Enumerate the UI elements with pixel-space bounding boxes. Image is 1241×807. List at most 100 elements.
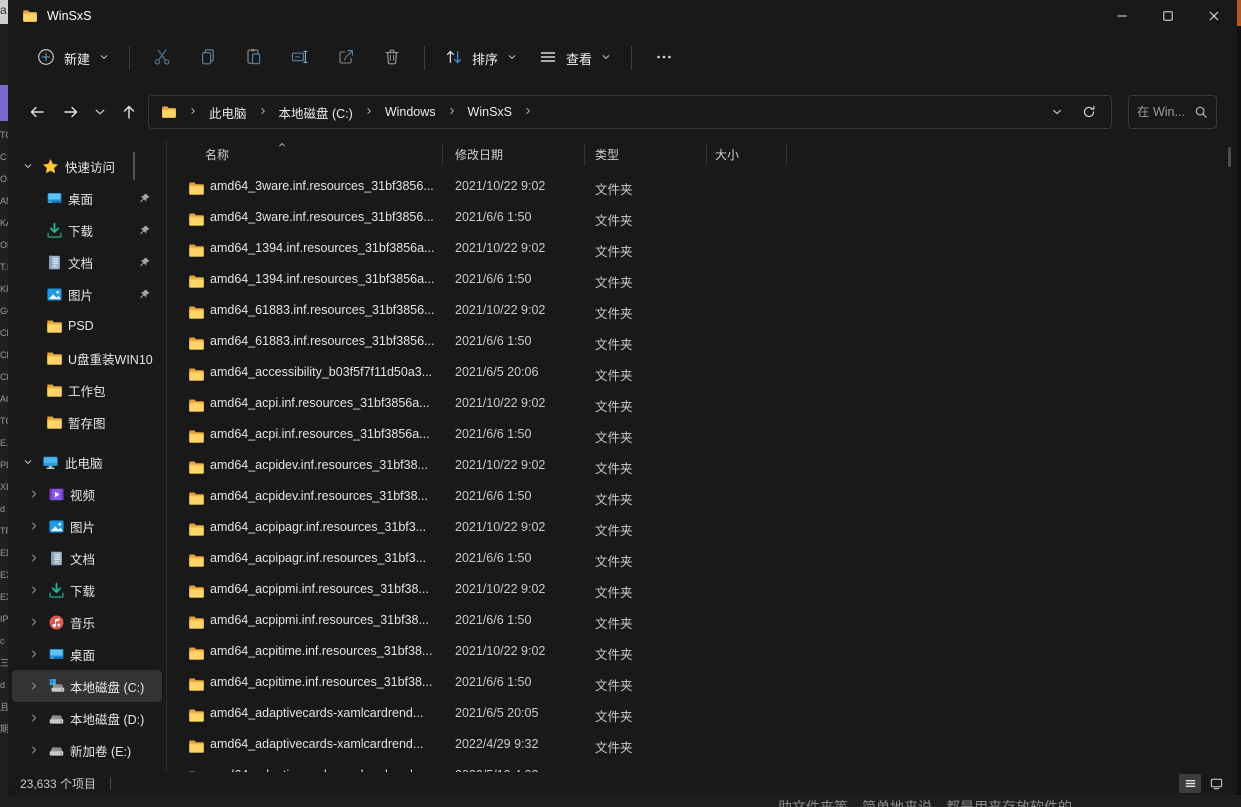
file-row[interactable]: amd64_acpipagr.inf.resources_31bf3...202… bbox=[172, 513, 1237, 544]
sort-button[interactable]: 排序 bbox=[434, 41, 528, 75]
chevron-right-icon[interactable] bbox=[28, 552, 40, 564]
toolbar-separator bbox=[424, 46, 425, 70]
chevron-right-icon[interactable] bbox=[28, 488, 40, 500]
file-date-modified: 2021/6/6 1:50 bbox=[455, 613, 590, 627]
file-row[interactable]: amd64_adaptivecards-xamlcardrend...2021/… bbox=[172, 699, 1237, 730]
file-row[interactable]: amd64_acpipmi.inf.resources_31bf38...202… bbox=[172, 606, 1237, 637]
list-scrollbar-thumb[interactable] bbox=[1228, 147, 1231, 167]
file-row[interactable]: amd64_1394.inf.resources_31bf3856a...202… bbox=[172, 265, 1237, 296]
column-header-type[interactable]: 类型 bbox=[595, 146, 619, 163]
chevron-right-icon[interactable] bbox=[28, 648, 40, 660]
address-bar[interactable]: 此电脑本地磁盘 (C:) Windows WinSxS bbox=[148, 95, 1112, 129]
large-icons-view-button[interactable] bbox=[1205, 774, 1227, 793]
recent-locations-button[interactable] bbox=[88, 97, 112, 127]
column-divider[interactable] bbox=[786, 144, 787, 166]
file-row[interactable]: amd64_acpi.inf.resources_31bf3856a...202… bbox=[172, 420, 1237, 451]
see-more-button[interactable] bbox=[641, 41, 687, 75]
column-header-date[interactable]: 修改日期 bbox=[455, 146, 503, 163]
maximize-button[interactable] bbox=[1145, 0, 1191, 32]
file-row[interactable]: amd64_acpidev.inf.resources_31bf38...202… bbox=[172, 482, 1237, 513]
sidebar-item-本地磁盘 (D:)[interactable]: 本地磁盘 (D:) bbox=[12, 702, 162, 734]
view-button[interactable]: 查看 bbox=[528, 41, 622, 75]
file-row[interactable]: amd64_adaptivecards-xamlcardrend...2022/… bbox=[172, 761, 1237, 772]
chevron-down-icon[interactable] bbox=[22, 160, 34, 172]
cut-button[interactable] bbox=[139, 41, 185, 75]
chevron-right-icon[interactable] bbox=[28, 680, 40, 692]
chevron-right-icon[interactable] bbox=[28, 520, 40, 532]
minimize-button[interactable] bbox=[1099, 0, 1145, 32]
file-row[interactable]: amd64_accessibility_b03f5f7f11d50a3...20… bbox=[172, 358, 1237, 389]
sidebar-item-下载[interactable]: 下载 bbox=[12, 574, 162, 606]
file-row[interactable]: amd64_acpi.inf.resources_31bf3856a...202… bbox=[172, 389, 1237, 420]
sidebar-section-quick-access[interactable]: 快速访问 bbox=[12, 150, 162, 182]
sidebar-item-桌面[interactable]: 桌面 bbox=[12, 182, 162, 214]
breadcrumb-item[interactable]: 本地磁盘 (C:) bbox=[275, 100, 357, 125]
file-row[interactable]: amd64_1394.inf.resources_31bf3856a...202… bbox=[172, 234, 1237, 265]
breadcrumb-item[interactable]: 此电脑 bbox=[205, 100, 251, 125]
close-button[interactable] bbox=[1191, 0, 1237, 32]
breadcrumb-item[interactable]: WinSxS bbox=[464, 102, 516, 122]
sidebar-item-下载[interactable]: 下载 bbox=[12, 214, 162, 246]
share-button[interactable] bbox=[323, 41, 369, 75]
file-row[interactable]: amd64_61883.inf.resources_31bf3856...202… bbox=[172, 327, 1237, 358]
sidebar-item-本地磁盘 (C:)[interactable]: 本地磁盘 (C:) bbox=[12, 670, 162, 702]
sidebar-item-暂存图[interactable]: 暂存图 bbox=[12, 406, 162, 438]
file-row[interactable]: amd64_61883.inf.resources_31bf3856...202… bbox=[172, 296, 1237, 327]
chevron-down-icon[interactable] bbox=[22, 456, 34, 468]
sidebar-scrollbar-thumb[interactable] bbox=[133, 152, 135, 180]
refresh-button[interactable] bbox=[1073, 98, 1105, 126]
pictures-icon bbox=[48, 518, 65, 535]
column-header-size[interactable]: 大小 bbox=[715, 146, 739, 163]
pane-divider[interactable] bbox=[166, 140, 167, 772]
column-divider[interactable] bbox=[706, 144, 707, 166]
details-view-button[interactable] bbox=[1179, 774, 1201, 793]
sidebar-item-桌面[interactable]: 桌面 bbox=[12, 638, 162, 670]
sidebar-item-文档[interactable]: 文档 bbox=[12, 542, 162, 574]
file-row[interactable]: amd64_3ware.inf.resources_31bf3856...202… bbox=[172, 172, 1237, 203]
chevron-right-icon[interactable] bbox=[28, 584, 40, 596]
sidebar-section-this-pc[interactable]: 此电脑 bbox=[12, 446, 162, 478]
sidebar-item-图片[interactable]: 图片 bbox=[12, 510, 162, 542]
chevron-right-icon[interactable] bbox=[28, 744, 40, 756]
file-row[interactable]: amd64_acpipmi.inf.resources_31bf38...202… bbox=[172, 575, 1237, 606]
pin-icon bbox=[138, 288, 151, 301]
sidebar-item-文档[interactable]: 文档 bbox=[12, 246, 162, 278]
file-row[interactable]: amd64_adaptivecards-xamlcardrend...2022/… bbox=[172, 730, 1237, 761]
sidebar-item-视频[interactable]: 视频 bbox=[12, 478, 162, 510]
background-fragment: KA bbox=[0, 212, 8, 234]
chevron-right-icon[interactable] bbox=[28, 616, 40, 628]
rename-button[interactable] bbox=[277, 41, 323, 75]
file-row[interactable]: amd64_acpitime.inf.resources_31bf38...20… bbox=[172, 668, 1237, 699]
back-button[interactable] bbox=[20, 97, 54, 127]
file-row[interactable]: amd64_acpitime.inf.resources_31bf38...20… bbox=[172, 637, 1237, 668]
sidebar-item-工作包[interactable]: 工作包 bbox=[12, 374, 162, 406]
column-header-name[interactable]: 名称 bbox=[205, 146, 229, 163]
file-row[interactable]: amd64_acpipagr.inf.resources_31bf3...202… bbox=[172, 544, 1237, 575]
column-divider[interactable] bbox=[584, 144, 585, 166]
view-toggles bbox=[1179, 774, 1227, 793]
file-row[interactable]: amd64_3ware.inf.resources_31bf3856...202… bbox=[172, 203, 1237, 234]
new-button[interactable]: 新建 bbox=[26, 41, 120, 75]
sidebar-item-音乐[interactable]: 音乐 bbox=[12, 606, 162, 638]
sidebar-item-U盘重装WIN10[interactable]: U盘重装WIN10 bbox=[12, 342, 162, 374]
file-row[interactable]: amd64_acpidev.inf.resources_31bf38...202… bbox=[172, 451, 1237, 482]
folder-icon bbox=[188, 552, 205, 567]
chevron-right-icon[interactable] bbox=[28, 712, 40, 724]
folder-icon bbox=[46, 382, 63, 399]
paste-button[interactable] bbox=[231, 41, 277, 75]
sidebar-item-新加卷 (E:)[interactable]: 新加卷 (E:) bbox=[12, 734, 162, 766]
copy-button[interactable] bbox=[185, 41, 231, 75]
previous-locations-button[interactable] bbox=[1041, 98, 1073, 126]
new-button-label: 新建 bbox=[64, 49, 90, 68]
search-input[interactable] bbox=[1137, 105, 1194, 119]
sidebar-item-PSD[interactable]: PSD bbox=[12, 310, 162, 342]
delete-button[interactable] bbox=[369, 41, 415, 75]
up-button[interactable] bbox=[112, 97, 146, 127]
background-fragment: EX bbox=[0, 564, 8, 586]
background-fragment: CH bbox=[0, 366, 8, 388]
breadcrumb-item[interactable]: Windows bbox=[381, 102, 440, 122]
sidebar-item-图片[interactable]: 图片 bbox=[12, 278, 162, 310]
background-fragment: PD bbox=[0, 454, 8, 476]
column-divider[interactable] bbox=[442, 144, 443, 166]
forward-button[interactable] bbox=[54, 97, 88, 127]
